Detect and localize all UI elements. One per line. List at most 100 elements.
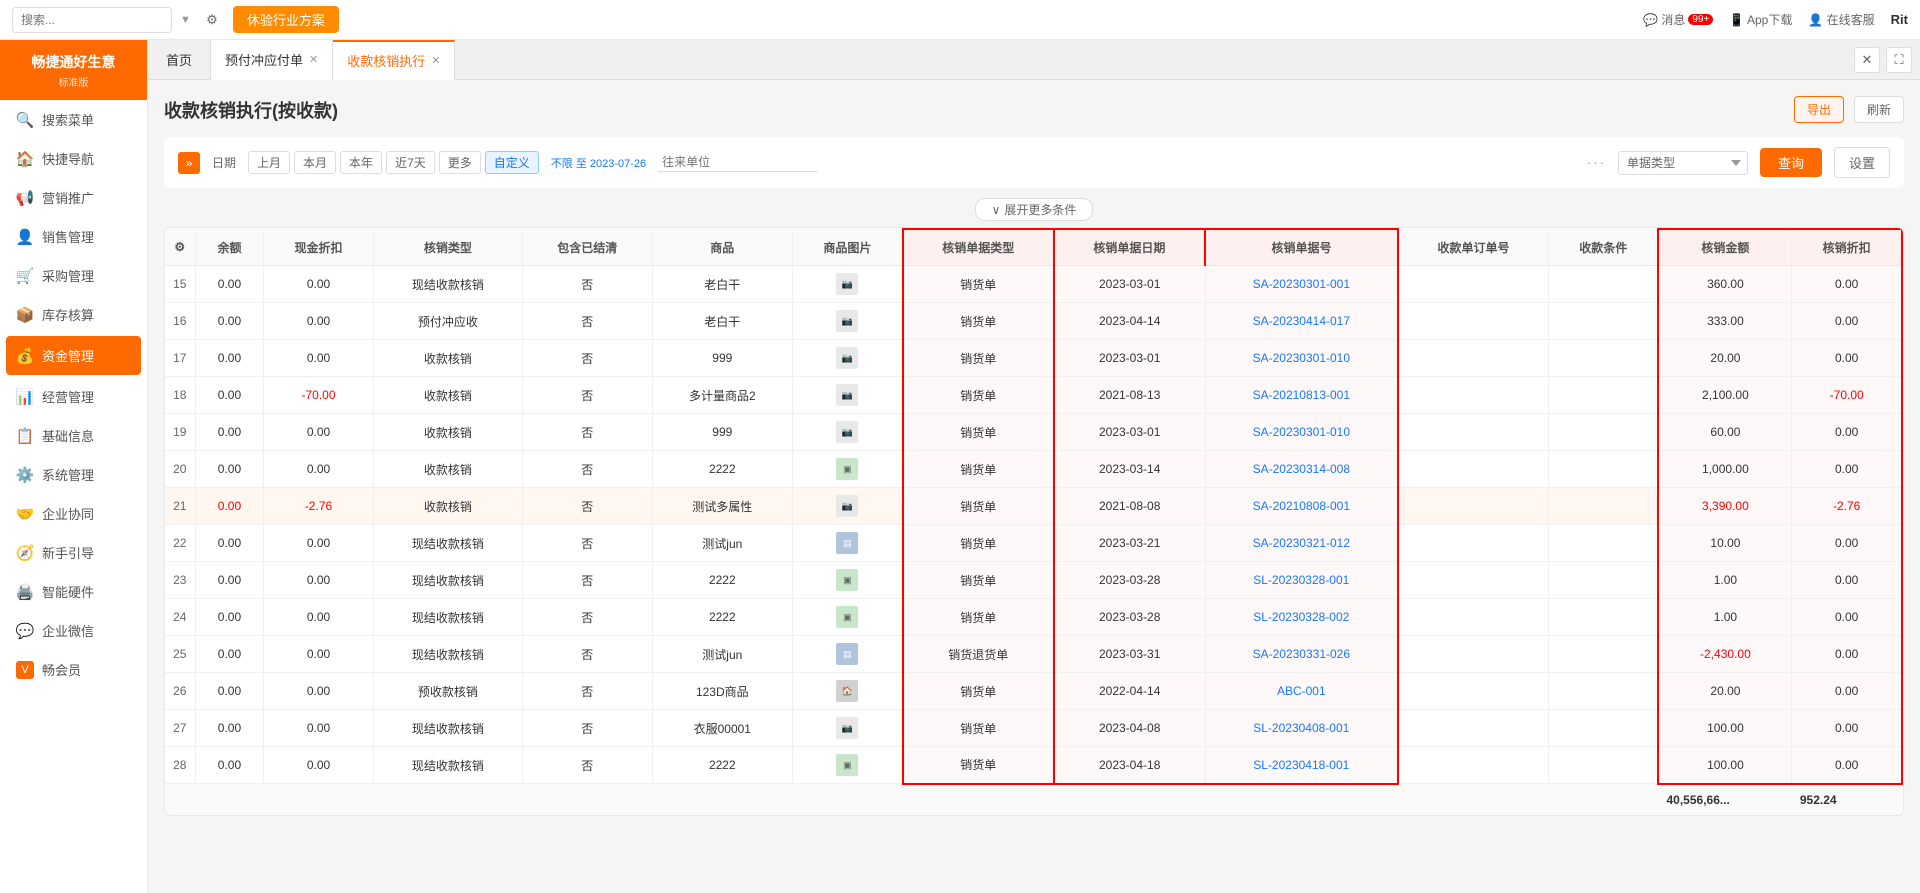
online-service[interactable]: 👤 在线客服: [1808, 11, 1874, 28]
th-discount: 现金折扣: [264, 229, 373, 266]
tab-prepay[interactable]: 预付冲应付单 ✕: [211, 40, 333, 80]
tab-close-btn[interactable]: ✕: [1854, 47, 1880, 73]
nav-label-finance: 资金管理: [42, 346, 94, 365]
nav-item-sales[interactable]: 👤 销售管理: [0, 217, 147, 256]
nav-item-wechat[interactable]: 💬 企业微信: [0, 611, 147, 650]
cell-amount: 3,390.00: [1658, 488, 1791, 525]
logo-sub: 标准版: [59, 74, 89, 89]
th-order-no: 收款单订单号: [1398, 229, 1548, 266]
gear-icon[interactable]: ⚙: [199, 7, 225, 33]
date-btn-this-month[interactable]: 本月: [294, 151, 336, 174]
cell-writeoff: -2.76: [1792, 488, 1902, 525]
tab-expand-btn[interactable]: ⛶: [1886, 47, 1912, 73]
bill-no-link[interactable]: SA-20230414-017: [1253, 314, 1350, 328]
cell-balance: 0.00: [195, 599, 264, 636]
cell-bill-no: SL-20230328-002: [1205, 599, 1398, 636]
cell-type: 收款核销: [373, 414, 523, 451]
search-input[interactable]: [12, 7, 172, 33]
query-btn[interactable]: 查询: [1760, 148, 1822, 177]
export-btn[interactable]: 导出: [1794, 96, 1844, 123]
cell-bill-date: 2021-08-13: [1054, 377, 1205, 414]
wechat-icon: 💬: [16, 622, 34, 640]
cell-img: ▤: [793, 525, 903, 562]
cell-condition: [1548, 747, 1658, 784]
cell-no: 20: [165, 451, 195, 488]
settings-icon[interactable]: ⚙: [174, 240, 185, 254]
cell-order-no: [1398, 266, 1548, 303]
refresh-btn[interactable]: 刷新: [1854, 96, 1904, 123]
cell-no: 16: [165, 303, 195, 340]
bill-no-link[interactable]: SA-20230301-010: [1253, 351, 1350, 365]
cell-balance: 0.00: [195, 747, 264, 784]
tab-writeoff[interactable]: 收款核销执行 ✕: [333, 40, 455, 80]
app-download[interactable]: 📱 App下载: [1729, 11, 1792, 28]
settings-btn[interactable]: 设置: [1834, 147, 1890, 178]
cell-img: ▤: [793, 636, 903, 673]
expand-more-btn[interactable]: ∨ 展开更多条件: [975, 198, 1094, 221]
cell-img: ▣: [793, 599, 903, 636]
unit-input[interactable]: [658, 153, 818, 172]
expand-more-area: ∨ 展开更多条件: [164, 198, 1904, 221]
nav-item-shortcuts[interactable]: 🏠 快捷导航: [0, 139, 147, 178]
cell-bill-no: SL-20230418-001: [1205, 747, 1398, 784]
message-area[interactable]: 💬 消息 99+: [1643, 11, 1713, 28]
nav-item-search[interactable]: 🔍 搜索菜单: [0, 100, 147, 139]
cell-no: 21: [165, 488, 195, 525]
dropdown-chevron[interactable]: ▼: [180, 14, 191, 26]
cell-settled: 否: [523, 414, 652, 451]
nav-item-marketing[interactable]: 📢 营销推广: [0, 178, 147, 217]
nav-item-inventory[interactable]: 📦 库存核算: [0, 295, 147, 334]
date-btn-this-year[interactable]: 本年: [340, 151, 382, 174]
cell-img: ▣: [793, 747, 903, 784]
date-btn-more[interactable]: 更多: [439, 151, 481, 174]
cell-condition: [1548, 414, 1658, 451]
date-btn-7days[interactable]: 近7天: [386, 151, 435, 174]
tab-writeoff-close[interactable]: ✕: [431, 54, 440, 67]
tab-prepay-label: 预付冲应付单: [225, 50, 303, 69]
user-name[interactable]: Rit: [1891, 12, 1908, 27]
bill-no-link[interactable]: SL-20230408-001: [1253, 721, 1349, 735]
cell-type: 现结收款核销: [373, 747, 523, 784]
nav-item-hardware[interactable]: 🖨️ 智能硬件: [0, 572, 147, 611]
collab-icon: 🤝: [16, 505, 34, 523]
cell-balance: 0.00: [195, 414, 264, 451]
bill-no-link[interactable]: SA-20210813-001: [1253, 388, 1350, 402]
tab-prepay-close[interactable]: ✕: [309, 53, 318, 66]
nav-item-collab[interactable]: 🤝 企业协同: [0, 494, 147, 533]
bill-no-link[interactable]: SA-20230301-010: [1253, 425, 1350, 439]
date-btn-last-month[interactable]: 上月: [248, 151, 290, 174]
date-btn-custom[interactable]: 自定义: [485, 151, 539, 174]
nav-item-guide[interactable]: 🧭 新手引导: [0, 533, 147, 572]
bill-no-link[interactable]: SA-20230331-026: [1253, 647, 1350, 661]
cell-order-no: [1398, 451, 1548, 488]
filter-expand-btn[interactable]: »: [178, 152, 200, 174]
bill-no-link[interactable]: SL-20230418-001: [1253, 758, 1349, 772]
cell-amount: 20.00: [1658, 673, 1791, 710]
nav-item-management[interactable]: 📊 经营管理: [0, 377, 147, 416]
cell-bill-type: 销货单: [903, 377, 1054, 414]
bill-no-link[interactable]: ABC-001: [1277, 684, 1326, 698]
nav-item-purchase[interactable]: 🛒 采购管理: [0, 256, 147, 295]
nav-item-basic[interactable]: 📋 基础信息: [0, 416, 147, 455]
nav-item-finance[interactable]: 💰 资金管理: [6, 336, 141, 375]
cell-amount: 60.00: [1658, 414, 1791, 451]
industry-btn[interactable]: 休验行业方案: [233, 6, 339, 33]
cell-bill-date: 2023-03-28: [1054, 599, 1205, 636]
tab-home[interactable]: 首页: [148, 40, 211, 80]
bill-no-link[interactable]: SA-20210808-001: [1253, 499, 1350, 513]
bill-no-link[interactable]: SA-20230314-008: [1253, 462, 1350, 476]
sales-icon: 👤: [16, 228, 34, 246]
bill-no-link[interactable]: SA-20230321-012: [1253, 536, 1350, 550]
member-icon: V: [16, 661, 34, 679]
nav-item-system[interactable]: ⚙️ 系统管理: [0, 455, 147, 494]
cell-bill-date: 2023-03-01: [1054, 340, 1205, 377]
cell-condition: [1548, 303, 1658, 340]
cell-settled: 否: [523, 266, 652, 303]
bill-no-link[interactable]: SL-20230328-001: [1253, 573, 1349, 587]
type-select[interactable]: 单据类型: [1618, 151, 1748, 175]
bill-no-link[interactable]: SL-20230328-002: [1253, 610, 1349, 624]
nav-item-member[interactable]: V 畅会员: [0, 650, 147, 689]
cell-bill-type: 销货单: [903, 673, 1054, 710]
purchase-icon: 🛒: [16, 267, 34, 285]
bill-no-link[interactable]: SA-20230301-001: [1253, 277, 1350, 291]
